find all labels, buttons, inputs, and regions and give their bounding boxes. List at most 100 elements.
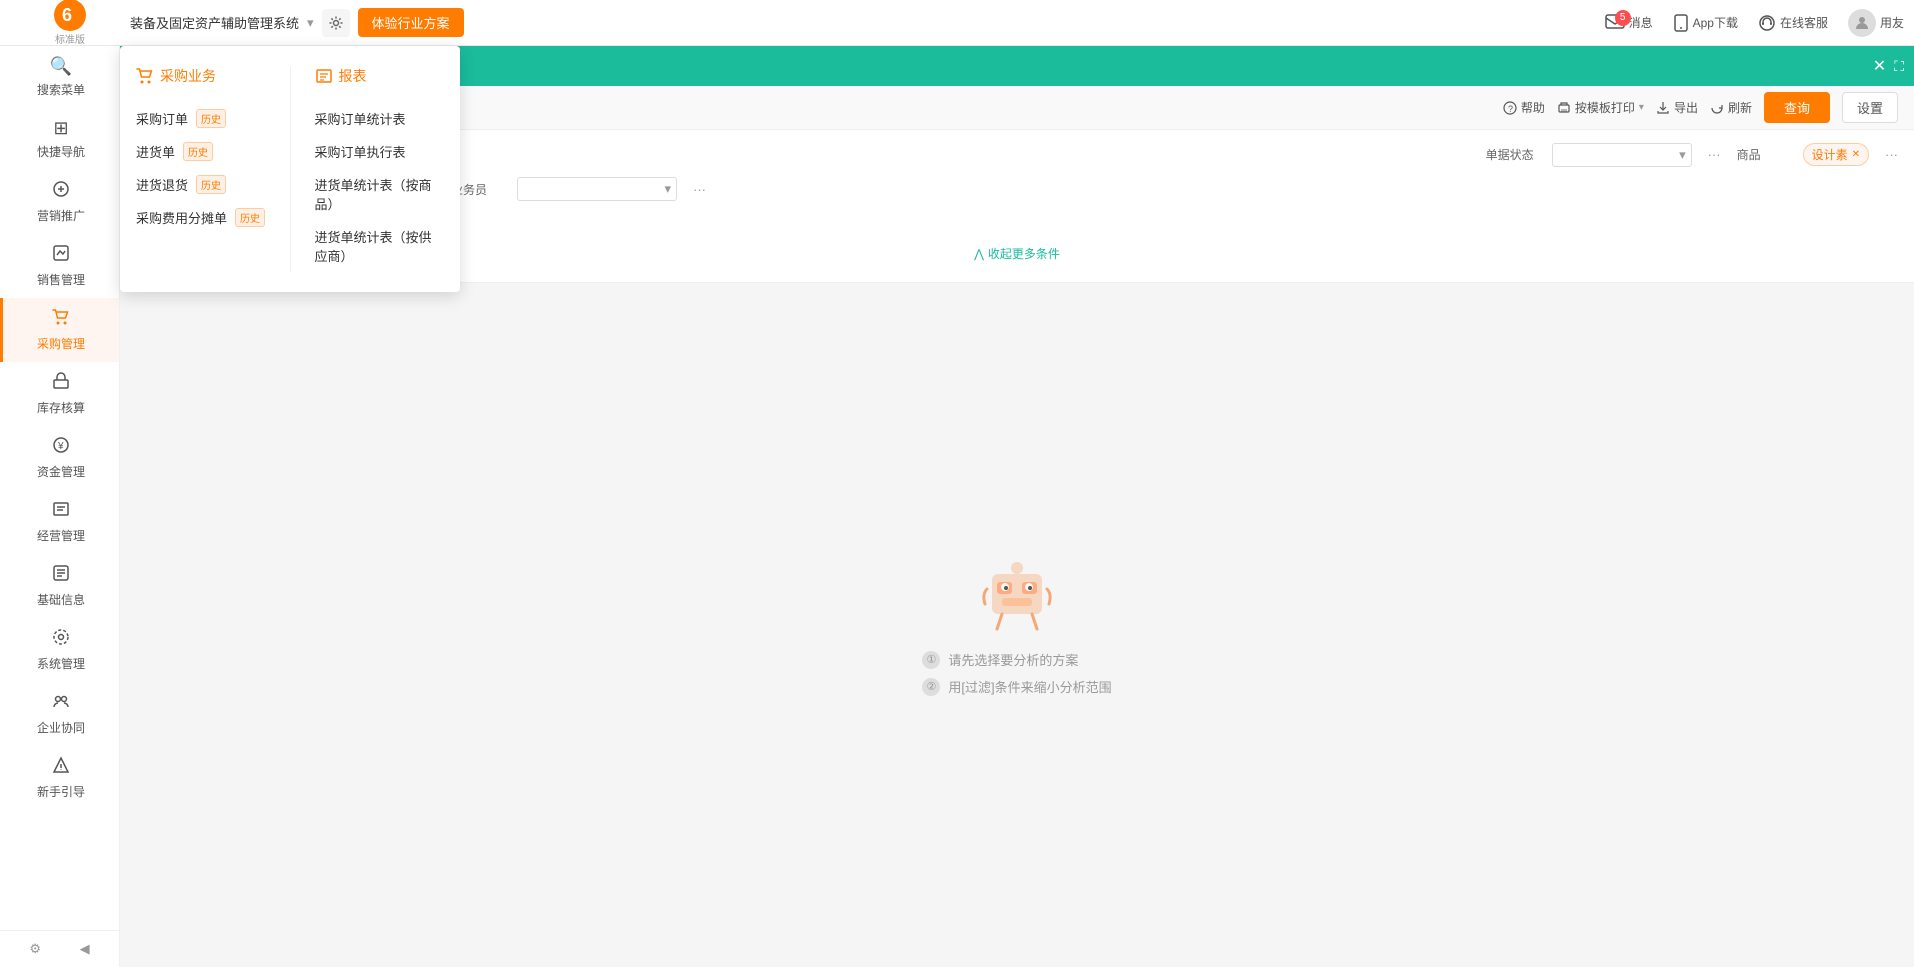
purchase-order-history-badge: 历史 (196, 109, 226, 128)
collapse-label: 收起更多条件 (988, 245, 1060, 262)
quick-nav-icon: ⊞ (53, 118, 68, 139)
user-avatar (1848, 9, 1876, 37)
system-icon (52, 628, 70, 651)
settings-icon-btn[interactable] (322, 9, 350, 37)
sidebar-item-operations[interactable]: 经营管理 (0, 490, 119, 554)
finance-icon: ¥ (52, 436, 70, 459)
logo-subtitle: 标准版 (55, 31, 85, 46)
return-history-badge: 历史 (196, 175, 226, 194)
user-btn[interactable]: 用友 (1848, 9, 1904, 37)
sidebar-item-purchase-label: 采购管理 (37, 335, 85, 352)
online-service-btn[interactable]: 在线客服 (1758, 14, 1828, 32)
message-btn[interactable]: 5 消息 (1605, 14, 1653, 32)
tip-text-1: 请先选择要分析的方案 (948, 650, 1078, 669)
menu-col-reports-title: 报表 (315, 66, 445, 92)
sidebar-bottom: ⚙ ◀ (0, 930, 119, 967)
menu-col-reports: 报表 采购订单统计表 采购订单执行表 进货单统计表（按商品） 进货单统计表（按供… (315, 66, 445, 272)
sidebar-item-sales[interactable]: 销售管理 (0, 234, 119, 298)
empty-tips: ① 请先选择要分析的方案 ② 用[过滤]条件来缩小分析范围 (922, 650, 1111, 696)
menu-col-purchase-title-text: 采购业务 (160, 66, 216, 86)
sales-icon (52, 244, 70, 267)
refresh-btn[interactable]: 刷新 (1710, 99, 1752, 116)
tip-num-2: ② (922, 678, 940, 696)
menu-item-inbound-label: 进货单 (136, 142, 175, 161)
export-btn[interactable]: 导出 (1656, 99, 1698, 116)
sidebar-item-enterprise-label: 企业协同 (37, 719, 85, 736)
app-download-btn[interactable]: App下载 (1673, 14, 1738, 32)
sidebar-item-sales-label: 销售管理 (37, 271, 85, 288)
empty-state: ① 请先选择要分析的方案 ② 用[过滤]条件来缩小分析范围 (120, 283, 1914, 967)
help-btn[interactable]: ? 帮助 (1503, 99, 1545, 116)
guide-icon (52, 756, 70, 779)
header-right: 5 消息 App下载 在线客服 (1605, 9, 1904, 37)
online-service-label: 在线客服 (1780, 14, 1828, 31)
export-label: 导出 (1674, 99, 1698, 116)
menu-item-purchase-order-execution-label: 采购订单执行表 (315, 142, 406, 161)
order-status-label: 单据状态 (1486, 146, 1536, 163)
menu-item-purchase-order-stats[interactable]: 采购订单统计表 (315, 102, 445, 135)
menu-item-inbound[interactable]: 进货单 历史 (136, 135, 266, 168)
menu-col-purchase-title: 采购业务 (136, 66, 266, 92)
sidebar-settings-btn[interactable]: ⚙ (29, 941, 41, 957)
menu-item-purchase-expense[interactable]: 采购费用分摊单 历史 (136, 201, 266, 234)
sidebar-item-system[interactable]: 系统管理 (0, 618, 119, 682)
search-icon: 🔍 (50, 56, 72, 77)
tabs-bar-right: ✕ ⛶ (1873, 56, 1904, 76)
sidebar-item-operations-label: 经营管理 (37, 527, 85, 544)
menu-item-purchase-order[interactable]: 采购订单 历史 (136, 102, 266, 135)
tab-close-all-icon[interactable]: ✕ (1873, 56, 1886, 76)
inbound-history-badge: 历史 (183, 142, 213, 161)
message-label: 消息 (1629, 14, 1653, 31)
inventory-icon (52, 372, 70, 395)
settings-btn2[interactable]: 设置 (1842, 92, 1898, 123)
menu-item-inbound-stats-supplier[interactable]: 进货单统计表（按供应商） (315, 220, 445, 272)
product-more[interactable]: ··· (1885, 147, 1898, 162)
tab-maximize-icon[interactable]: ⛶ (1894, 58, 1904, 75)
collapse-arrow-icon: ⋀ (974, 247, 984, 261)
reports-col-icon (315, 67, 333, 85)
menu-item-inbound-stats-product[interactable]: 进货单统计表（按商品） (315, 168, 445, 220)
print-dropdown-icon[interactable]: ▾ (1639, 102, 1644, 113)
export-icon (1656, 101, 1670, 115)
sidebar-item-quick-label: 快捷导航 (37, 143, 85, 160)
menu-item-purchase-expense-label: 采购费用分摊单 (136, 208, 227, 227)
menu-item-purchase-order-execution[interactable]: 采购订单执行表 (315, 135, 445, 168)
industry-btn[interactable]: 体验行业方案 (358, 8, 464, 37)
menu-item-purchase-order-stats-label: 采购订单统计表 (315, 109, 406, 128)
sidebar-item-marketing[interactable]: 营销推广 (0, 170, 119, 234)
product-tag-close[interactable]: ✕ (1852, 149, 1860, 160)
sidebar-item-finance[interactable]: ¥ 资金管理 (0, 426, 119, 490)
purchase-dropdown-menu: 采购业务 采购订单 历史 进货单 历史 进货退货 历史 采购费用分摊单 历史 (120, 46, 460, 292)
order-status-select[interactable] (1552, 143, 1692, 167)
top-header: 6 标准版 装备及固定资产辅助管理系统 ▾ 体验行业方案 5 消息 (0, 0, 1914, 46)
salesperson-more[interactable]: ··· (693, 182, 706, 197)
empty-illustration (967, 554, 1067, 634)
marketing-icon (52, 180, 70, 203)
sidebar-item-enterprise[interactable]: 企业协同 (0, 682, 119, 746)
order-status-more[interactable]: ··· (1708, 147, 1721, 162)
menu-item-return[interactable]: 进货退货 历史 (136, 168, 266, 201)
salesperson-select-wrapper (517, 177, 677, 201)
purchase-col-icon (136, 67, 154, 85)
sidebar-item-quick[interactable]: ⊞ 快捷导航 (0, 108, 119, 170)
sidebar-item-search[interactable]: 🔍 搜索菜单 (0, 46, 119, 108)
menu-col-purchase: 采购业务 采购订单 历史 进货单 历史 进货退货 历史 采购费用分摊单 历史 (136, 66, 266, 272)
query-btn[interactable]: 查询 (1764, 92, 1830, 123)
sidebar-item-guide[interactable]: 新手引导 (0, 746, 119, 810)
sidebar-item-inventory[interactable]: 库存核算 (0, 362, 119, 426)
user-label: 用友 (1880, 14, 1904, 31)
product-tag: 设计素 ✕ (1803, 143, 1869, 166)
expense-history-badge: 历史 (235, 208, 265, 227)
sidebar-item-purchase[interactable]: 采购管理 (0, 298, 119, 362)
svg-text:?: ? (1508, 104, 1513, 114)
help-label: 帮助 (1521, 99, 1545, 116)
collapse-btn[interactable]: ⋀ 收起更多条件 (974, 245, 1060, 262)
print-btn[interactable]: 按模板打印 ▾ (1557, 99, 1644, 116)
print-label: 按模板打印 (1575, 99, 1635, 116)
sidebar-item-basic[interactable]: 基础信息 (0, 554, 119, 618)
title-dropdown-icon[interactable]: ▾ (307, 15, 314, 31)
sidebar-collapse-btn[interactable]: ◀ (80, 941, 90, 957)
menu-item-return-label: 进货退货 (136, 175, 188, 194)
salesperson-select[interactable] (517, 177, 677, 201)
product-label: 商品 (1737, 146, 1787, 163)
